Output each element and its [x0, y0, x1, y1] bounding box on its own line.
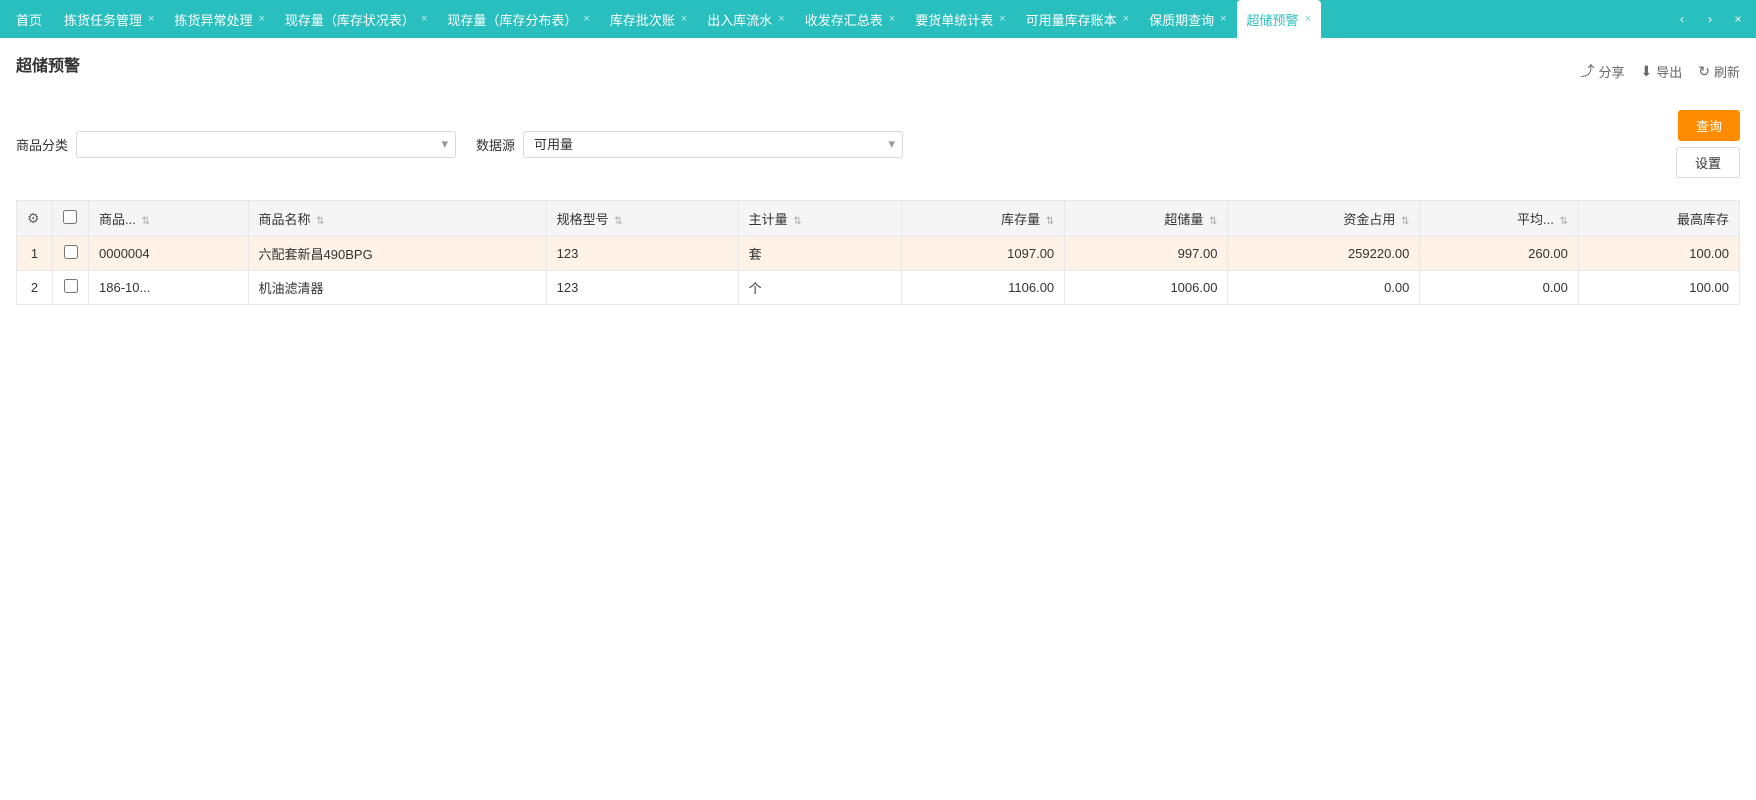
th-capital[interactable]: 资金占用 ⇅ [1228, 201, 1420, 237]
row-stock-2: 1106.00 [901, 271, 1064, 305]
page-content: 超储预警 ⤴ 分享 ⬇ 导出 ↻ 刷新 商品分类 [0, 38, 1756, 800]
row-avg-2: 0.00 [1420, 271, 1579, 305]
th-checkbox[interactable] [53, 201, 89, 237]
row-checkbox-2[interactable] [53, 271, 89, 305]
table-row: 1 0000004 六配套新昌490BPG 123 套 1097.00 997.… [17, 237, 1740, 271]
sort-capital-icon: ⇅ [1401, 216, 1409, 227]
tab-jianhuo-renwu[interactable]: 拣货任务管理 × [54, 0, 164, 38]
row-over-stock-1: 997.00 [1065, 237, 1228, 271]
tab-shoufacun-huizong[interactable]: 收发存汇总表 × [795, 0, 905, 38]
row-num-1: 1 [17, 237, 53, 271]
tab-baozhi-chaxun[interactable]: 保质期查询 × [1139, 0, 1236, 38]
th-spec[interactable]: 规格型号 ⇅ [546, 201, 738, 237]
row-capital-1: 259220.00 [1228, 237, 1420, 271]
share-button[interactable]: ⤴ 分享 [1580, 61, 1624, 81]
nav-prev-button[interactable]: ‹ [1668, 0, 1696, 38]
row-spec-2: 123 [546, 271, 738, 305]
sort-product-code-icon: ⇅ [141, 216, 149, 227]
close-tab-4-icon[interactable]: × [583, 13, 589, 25]
settings-button[interactable]: 设置 [1676, 147, 1740, 178]
query-button[interactable]: 查询 [1678, 110, 1740, 141]
tab-yaohuo-tongji[interactable]: 要货单统计表 × [905, 0, 1015, 38]
table-row: 2 186-10... 机油滤清器 123 个 1106.00 1006.00 … [17, 271, 1740, 305]
sort-spec-icon: ⇅ [614, 216, 622, 227]
tab-keyongliang-zhangben[interactable]: 可用量库存账本 × [1016, 0, 1139, 38]
close-tab-1-icon[interactable]: × [148, 13, 154, 25]
row-avg-1: 260.00 [1420, 237, 1579, 271]
nav-next-button[interactable]: › [1696, 0, 1724, 38]
filter-datasource: 数据源 可用量 ▾ [476, 131, 903, 158]
sort-product-name-icon: ⇅ [316, 216, 324, 227]
th-settings[interactable]: ⚙ [17, 201, 53, 237]
datasource-select[interactable]: 可用量 [523, 131, 903, 158]
sort-over-stock-icon: ⇅ [1209, 216, 1217, 227]
refresh-icon: ↻ [1698, 63, 1710, 80]
tab-xiancunliang-kuangkuang[interactable]: 现存量（库存状况表） × [275, 0, 437, 38]
row-select-1[interactable] [64, 245, 78, 259]
category-label: 商品分类 [16, 135, 68, 154]
th-avg[interactable]: 平均... ⇅ [1420, 201, 1579, 237]
tab-xiancunliang-fenbiao[interactable]: 现存量（库存分布表） × [437, 0, 599, 38]
row-checkbox-1[interactable] [53, 237, 89, 271]
row-product-name-1: 六配套新昌490BPG [248, 237, 546, 271]
row-product-code-1: 0000004 [89, 237, 249, 271]
row-num-2: 2 [17, 271, 53, 305]
th-stock[interactable]: 库存量 ⇅ [901, 201, 1064, 237]
export-icon: ⬇ [1641, 63, 1653, 80]
row-product-name-2: 机油滤清器 [248, 271, 546, 305]
table-settings-icon[interactable]: ⚙ [27, 210, 40, 226]
row-product-code-2: 186-10... [89, 271, 249, 305]
row-unit-2: 个 [738, 271, 901, 305]
row-max-stock-1: 100.00 [1578, 237, 1739, 271]
th-over-stock[interactable]: 超储量 ⇅ [1065, 201, 1228, 237]
row-capital-2: 0.00 [1228, 271, 1420, 305]
export-button[interactable]: ⬇ 导出 [1641, 62, 1683, 81]
tab-churuku-liushui[interactable]: 出入库流水 × [697, 0, 794, 38]
close-tab-7-icon[interactable]: × [889, 13, 895, 25]
row-max-stock-2: 100.00 [1578, 271, 1739, 305]
row-stock-1: 1097.00 [901, 237, 1064, 271]
th-product-code[interactable]: 商品... ⇅ [89, 201, 249, 237]
nav-close-button[interactable]: × [1724, 0, 1752, 38]
th-product-name[interactable]: 商品名称 ⇅ [248, 201, 546, 237]
data-table: ⚙ 商品... ⇅ 商品名称 ⇅ 规格型号 ⇅ [16, 200, 1740, 305]
table-header-row: ⚙ 商品... ⇅ 商品名称 ⇅ 规格型号 ⇅ [17, 201, 1740, 237]
sort-unit-icon: ⇅ [793, 216, 801, 227]
close-tab-10-icon[interactable]: × [1220, 13, 1226, 25]
close-tab-11-icon[interactable]: × [1305, 13, 1311, 25]
th-unit[interactable]: 主计量 ⇅ [738, 201, 901, 237]
th-max-stock[interactable]: 最高库存 [1578, 201, 1739, 237]
close-tab-3-icon[interactable]: × [421, 13, 427, 25]
page-title: 超储预警 [16, 52, 80, 76]
close-tab-9-icon[interactable]: × [1123, 13, 1129, 25]
row-spec-1: 123 [546, 237, 738, 271]
tab-chachu-yujing[interactable]: 超储预警 × [1237, 0, 1321, 38]
select-all-checkbox[interactable] [63, 210, 77, 224]
datasource-label: 数据源 [476, 135, 515, 154]
sort-stock-icon: ⇅ [1046, 216, 1054, 227]
row-over-stock-2: 1006.00 [1065, 271, 1228, 305]
refresh-button[interactable]: ↻ 刷新 [1698, 62, 1740, 81]
row-select-2[interactable] [64, 279, 78, 293]
filter-category: 商品分类 ▾ [16, 131, 456, 158]
sort-avg-icon: ⇅ [1560, 216, 1568, 227]
filter-row: 商品分类 ▾ 数据源 可用量 ▾ 查询 [16, 100, 1740, 188]
close-tab-6-icon[interactable]: × [778, 13, 784, 25]
nav-home[interactable]: 首页 [4, 10, 54, 29]
tab-kucun-pici[interactable]: 库存批次账 × [600, 0, 697, 38]
row-unit-1: 套 [738, 237, 901, 271]
close-tab-8-icon[interactable]: × [999, 13, 1005, 25]
tab-jianhuo-yichang[interactable]: 拣货异常处理 × [164, 0, 274, 38]
close-tab-5-icon[interactable]: × [681, 13, 687, 25]
close-tab-2-icon[interactable]: × [258, 13, 264, 25]
category-select[interactable] [76, 131, 456, 158]
share-icon: ⤴ [1580, 61, 1594, 81]
topbar: 首页 拣货任务管理 × 拣货异常处理 × 现存量（库存状况表） × 现存量（库存… [0, 0, 1756, 38]
